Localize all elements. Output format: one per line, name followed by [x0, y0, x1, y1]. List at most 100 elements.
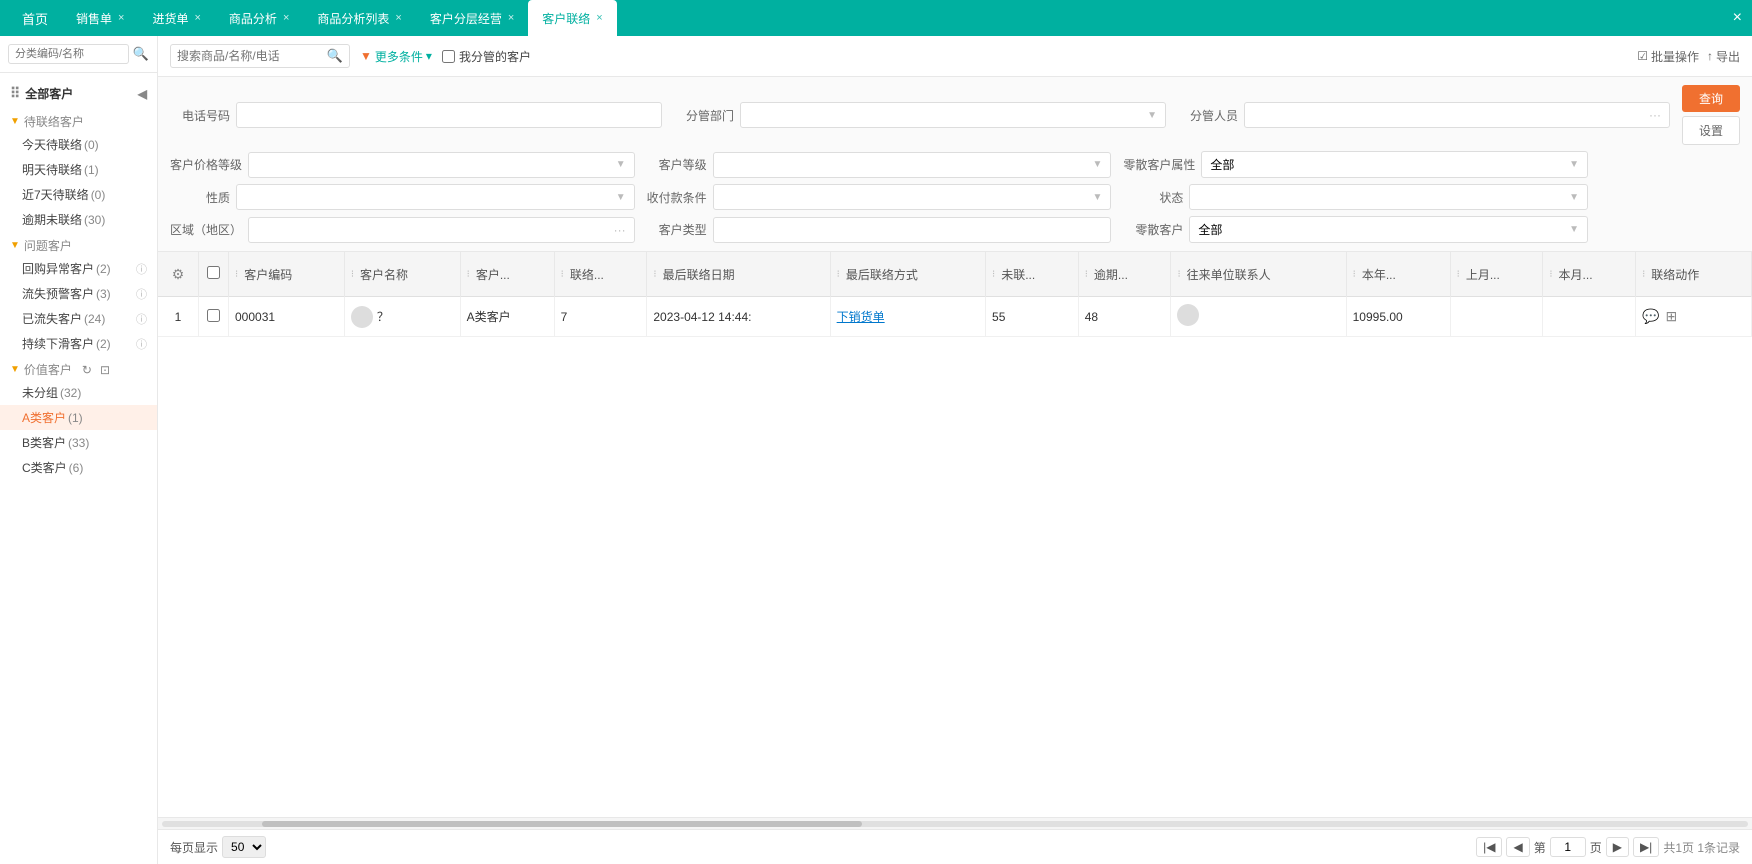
- td-contact-count: 7: [554, 297, 647, 337]
- sort-unit-contact[interactable]: ⁝ 往来单位联系人: [1177, 266, 1270, 283]
- page-size-select[interactable]: 50: [222, 836, 266, 858]
- batch-ops-btn[interactable]: ☑ 批量操作: [1637, 48, 1699, 65]
- main-search-icon[interactable]: 🔍: [327, 48, 343, 64]
- last-method-link[interactable]: 下销货单: [837, 310, 885, 324]
- nav-tab-customer-seg[interactable]: 客户分层经营 ×: [416, 0, 528, 36]
- retail-cust-input[interactable]: 全部 ▼: [1189, 216, 1588, 243]
- sort-contact-count[interactable]: ⁝ 联络...: [561, 266, 604, 283]
- col-dots-icon-11: ⁝: [1457, 269, 1460, 280]
- nav-home[interactable]: 首页: [8, 0, 62, 36]
- sidebar-search-input[interactable]: [8, 44, 129, 64]
- chat-icon[interactable]: 💬: [1642, 308, 1659, 325]
- price-level-input[interactable]: ▼: [248, 152, 635, 178]
- row-checkbox[interactable]: [207, 309, 220, 322]
- price-level-label: 客户价格等级: [170, 156, 242, 173]
- sidebar-item-c-class[interactable]: C类客户 (6): [0, 455, 157, 480]
- dept-input[interactable]: ▼: [740, 102, 1166, 128]
- td-cust-level: A类客户: [460, 297, 554, 337]
- nav-tab-analysis-list[interactable]: 商品分析列表 ×: [303, 0, 415, 36]
- th-actions: ⁝ 联络动作: [1636, 252, 1752, 297]
- page-number-input[interactable]: [1550, 837, 1586, 857]
- sort-name[interactable]: ⁝ 客户名称: [351, 266, 408, 283]
- sort-cust-level[interactable]: ⁝ 客户...: [467, 266, 510, 283]
- gear-icon[interactable]: ⚙: [164, 260, 192, 288]
- sort-last-method[interactable]: ⁝ 最后联络方式: [837, 266, 918, 283]
- prev-page-btn[interactable]: ◀: [1506, 837, 1529, 857]
- phone-input[interactable]: [236, 102, 662, 128]
- sort-not-contacted[interactable]: ⁝ 未联...: [992, 266, 1035, 283]
- payment-input[interactable]: ▼: [713, 184, 1112, 210]
- filter-region: 区域（地区） ···: [170, 217, 635, 243]
- sort-this-year[interactable]: ⁝ 本年...: [1353, 266, 1396, 283]
- nav-tab-customer-contact[interactable]: 客户联络 ×: [528, 0, 616, 36]
- nature-label: 性质: [170, 189, 230, 206]
- region-input[interactable]: ···: [248, 217, 635, 243]
- retail-attr-label: 零散客户属性: [1123, 156, 1195, 173]
- person-dots-icon: ···: [1649, 108, 1661, 122]
- sidebar-item-churned[interactable]: 已流失客户 (24) ⓘ: [0, 306, 157, 331]
- sidebar-item-tomorrow[interactable]: 明天待联络 (1): [0, 157, 157, 182]
- last-page-btn[interactable]: ▶|: [1633, 837, 1659, 857]
- close-purchase-tab-icon[interactable]: ×: [194, 12, 200, 24]
- sort-this-month[interactable]: ⁝ 本月...: [1549, 266, 1592, 283]
- my-customers-checkbox[interactable]: [442, 50, 455, 63]
- cust-level-label: 客户等级: [647, 156, 707, 173]
- retail-cust-label: 零散客户: [1123, 221, 1183, 238]
- sidebar-item-b-class[interactable]: B类客户 (33): [0, 430, 157, 455]
- close-analysis-tab-icon[interactable]: ×: [283, 12, 289, 24]
- settings-button[interactable]: 设置: [1682, 116, 1740, 145]
- first-page-btn[interactable]: |◀: [1476, 837, 1502, 857]
- sidebar-item-declining[interactable]: 持续下滑客户 (2) ⓘ: [0, 331, 157, 356]
- sidebar-item-overdue[interactable]: 逾期未联络 (30): [0, 207, 157, 232]
- nav-tab-sales[interactable]: 销售单 ×: [62, 0, 138, 36]
- unit-contact-avatar: [1177, 304, 1199, 326]
- sidebar-item-today[interactable]: 今天待联络 (0): [0, 132, 157, 157]
- my-customers-checkbox-wrap[interactable]: 我分管的客户: [442, 48, 531, 65]
- td-seq: 1: [158, 297, 199, 337]
- sidebar-item-a-class[interactable]: A类客户 (1): [0, 405, 157, 430]
- collapse-icon[interactable]: ◀: [138, 87, 147, 101]
- sort-last-month[interactable]: ⁝ 上月...: [1457, 266, 1500, 283]
- retail-attr-input[interactable]: 全部 ▼: [1201, 151, 1588, 178]
- close-analysis-list-tab-icon[interactable]: ×: [395, 12, 401, 24]
- sidebar-item-repurchase[interactable]: 回购异常客户 (2) ⓘ: [0, 256, 157, 281]
- horizontal-scrollbar[interactable]: [158, 817, 1752, 829]
- sidebar-item-ungrouped[interactable]: 未分组 (32): [0, 380, 157, 405]
- next-page-btn[interactable]: ▶: [1606, 837, 1629, 857]
- sidebar-search-icon[interactable]: 🔍: [133, 46, 149, 62]
- row-actions: 💬 ⊞: [1642, 308, 1745, 325]
- close-sales-tab-icon[interactable]: ×: [118, 12, 124, 24]
- scrollbar-track[interactable]: [162, 821, 1748, 827]
- refresh-icon[interactable]: ↻: [82, 363, 92, 377]
- filter-cust-type: 客户类型: [647, 217, 1112, 243]
- sort-overdue[interactable]: ⁝ 逾期...: [1085, 266, 1128, 283]
- sidebar-item-7days[interactable]: 近7天待联络 (0): [0, 182, 157, 207]
- close-customer-contact-tab-icon[interactable]: ×: [596, 12, 602, 24]
- sidebar-all-customers[interactable]: ⠿ 全部客户 ◀: [0, 79, 157, 108]
- grid-action-icon[interactable]: ⊞: [1666, 308, 1678, 325]
- region-label: 区域（地区）: [170, 221, 242, 238]
- main-search-input[interactable]: [177, 49, 327, 63]
- select-all-checkbox[interactable]: [207, 266, 220, 279]
- close-customer-seg-tab-icon[interactable]: ×: [508, 12, 514, 24]
- status-input[interactable]: ▼: [1189, 184, 1588, 210]
- table-footer: 每页显示 50 |◀ ◀ 第 页 ▶ ▶| 共1页 1条记录: [158, 829, 1752, 864]
- query-button[interactable]: 查询: [1682, 85, 1740, 112]
- cust-level-input[interactable]: ▼: [713, 152, 1112, 178]
- sidebar-section-value[interactable]: ▼ 价值客户 ↻ ⊡: [0, 356, 157, 380]
- nav-tab-purchase[interactable]: 进货单 ×: [138, 0, 214, 36]
- th-contact-count: ⁝ 联络...: [554, 252, 647, 297]
- sort-code[interactable]: ⁝ 客户编码: [235, 266, 292, 283]
- sort-last-date[interactable]: ⁝ 最后联络日期: [653, 266, 734, 283]
- sidebar-item-churn-warning[interactable]: 流失预警客户 (3) ⓘ: [0, 281, 157, 306]
- scrollbar-thumb[interactable]: [262, 821, 862, 827]
- cust-type-input[interactable]: [713, 217, 1112, 243]
- add-group-icon[interactable]: ⊡: [100, 363, 110, 377]
- more-conditions-btn[interactable]: ▼ 更多条件 ▾: [360, 48, 432, 65]
- nature-input[interactable]: ▼: [236, 184, 635, 210]
- window-close-icon[interactable]: ×: [1733, 9, 1742, 27]
- nav-tab-analysis[interactable]: 商品分析 ×: [215, 0, 303, 36]
- person-input[interactable]: ···: [1244, 102, 1670, 128]
- name-cell-wrap: ？: [351, 306, 454, 328]
- export-btn[interactable]: ↑ 导出: [1707, 48, 1740, 65]
